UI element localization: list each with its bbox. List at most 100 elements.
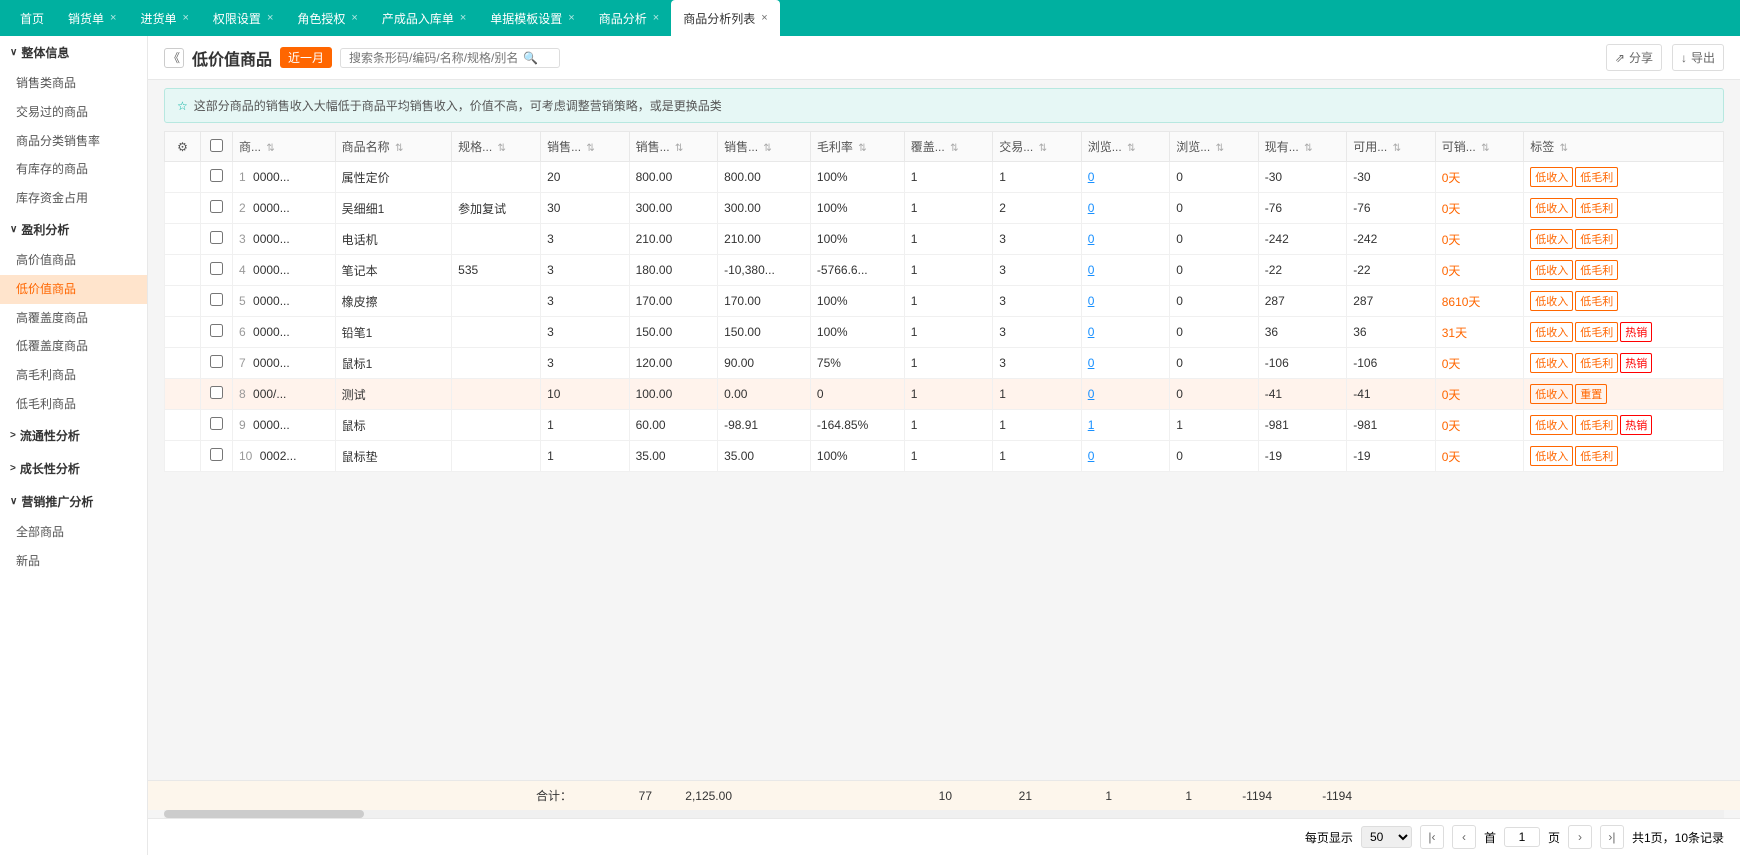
row-sale-qty: 10 bbox=[541, 379, 630, 410]
sidebar-item-new-goods[interactable]: 新品 bbox=[0, 547, 147, 576]
sidebar-item-high-value[interactable]: 高价值商品 bbox=[0, 246, 147, 275]
close-icon[interactable]: × bbox=[267, 12, 273, 24]
row-checkbox[interactable] bbox=[210, 200, 223, 213]
sidebar-item-stock-goods[interactable]: 有库存的商品 bbox=[0, 155, 147, 184]
row-sellable: 8610天 bbox=[1435, 286, 1524, 317]
browse-link[interactable]: 0 bbox=[1088, 170, 1095, 184]
row-current-stock: -106 bbox=[1258, 348, 1347, 379]
close-icon[interactable]: × bbox=[110, 12, 116, 24]
row-checkbox[interactable] bbox=[210, 386, 223, 399]
row-name: 属性定价 bbox=[335, 162, 452, 193]
prev-page-button[interactable]: ‹ bbox=[1452, 825, 1476, 849]
row-sellable: 0天 bbox=[1435, 348, 1524, 379]
sidebar-item-low-value[interactable]: 低价值商品 bbox=[0, 275, 147, 304]
footer-sale-qty: 77 bbox=[584, 789, 664, 803]
browse-link[interactable]: 0 bbox=[1088, 294, 1095, 308]
sellable-days: 0天 bbox=[1442, 171, 1461, 185]
sort-icon: ⇅ bbox=[950, 143, 958, 154]
row-browse2: 0 bbox=[1170, 193, 1259, 224]
sellable-days: 0天 bbox=[1442, 388, 1461, 402]
horizontal-scrollbar[interactable] bbox=[164, 810, 1724, 818]
row-checkbox[interactable] bbox=[210, 324, 223, 337]
browse-link[interactable]: 0 bbox=[1088, 387, 1095, 401]
browse-link[interactable]: 0 bbox=[1088, 263, 1095, 277]
row-checkbox[interactable] bbox=[210, 293, 223, 306]
nav-permission[interactable]: 权限设置 × bbox=[201, 0, 285, 36]
sellable-days: 31天 bbox=[1442, 326, 1467, 340]
close-icon[interactable]: × bbox=[182, 12, 188, 24]
browse-link[interactable]: 0 bbox=[1088, 325, 1095, 339]
sellable-days: 0天 bbox=[1442, 233, 1461, 247]
search-icon[interactable]: 🔍 bbox=[523, 51, 538, 65]
row-sale-price: 300.00 bbox=[629, 193, 718, 224]
scrollbar-thumb[interactable] bbox=[164, 810, 364, 818]
export-button[interactable]: ↓ 导出 bbox=[1672, 44, 1724, 71]
share-button[interactable]: ⇗ 分享 bbox=[1606, 44, 1662, 71]
search-input[interactable] bbox=[349, 51, 519, 65]
sidebar-item-low-coverage[interactable]: 低覆盖度商品 bbox=[0, 332, 147, 361]
next-page-button[interactable]: › bbox=[1568, 825, 1592, 849]
nav-role-auth[interactable]: 角色授权 × bbox=[285, 0, 369, 36]
row-no-code: 3 0000... bbox=[233, 224, 336, 255]
nav-product-analysis[interactable]: 商品分析 × bbox=[587, 0, 671, 36]
row-checkbox[interactable] bbox=[210, 262, 223, 275]
row-tags: 低收入低毛利 bbox=[1524, 193, 1724, 224]
row-available-stock: -76 bbox=[1347, 193, 1436, 224]
row-current-stock: -22 bbox=[1258, 255, 1347, 286]
col-gear[interactable]: ⚙ bbox=[165, 132, 201, 162]
per-page-select[interactable]: 50 100 bbox=[1361, 826, 1412, 848]
sidebar-section-marketing[interactable]: ∨ 营销推广分析 bbox=[0, 485, 147, 518]
table-row: 9 0000... 鼠标 1 60.00 -98.91 -164.85% 1 1… bbox=[165, 410, 1724, 441]
sidebar-collapse-button[interactable]: 《 bbox=[164, 48, 184, 68]
first-page-button[interactable]: |‹ bbox=[1420, 825, 1444, 849]
sidebar-section-overall[interactable]: ∨ 整体信息 bbox=[0, 36, 147, 69]
sidebar-item-category-sales-rate[interactable]: 商品分类销售率 bbox=[0, 127, 147, 156]
sidebar-item-traded-goods[interactable]: 交易过的商品 bbox=[0, 98, 147, 127]
row-checkbox[interactable] bbox=[210, 231, 223, 244]
row-code: 0000... bbox=[253, 201, 290, 215]
sidebar-item-sales-goods[interactable]: 销售类商品 bbox=[0, 69, 147, 98]
table-row: 10 0002... 鼠标垫 1 35.00 35.00 100% 1 1 0 … bbox=[165, 441, 1724, 472]
close-icon[interactable]: × bbox=[351, 12, 357, 24]
row-number: 4 bbox=[239, 263, 246, 277]
nav-template-settings[interactable]: 单据模板设置 × bbox=[478, 0, 586, 36]
tag-label: 低收入 bbox=[1530, 198, 1573, 218]
nav-sales-order[interactable]: 销货单 × bbox=[56, 0, 128, 36]
row-checkbox[interactable] bbox=[210, 448, 223, 461]
row-checkbox[interactable] bbox=[210, 355, 223, 368]
sidebar-item-capital-occupation[interactable]: 库存资金占用 bbox=[0, 184, 147, 213]
row-browse1: 0 bbox=[1081, 162, 1170, 193]
browse-link[interactable]: 0 bbox=[1088, 232, 1095, 246]
sidebar-section-growth[interactable]: > 成长性分析 bbox=[0, 452, 147, 485]
sidebar-item-all-goods[interactable]: 全部商品 bbox=[0, 518, 147, 547]
sidebar-section-liquidity[interactable]: > 流通性分析 bbox=[0, 419, 147, 452]
close-icon[interactable]: × bbox=[460, 12, 466, 24]
table-row: 5 0000... 橡皮擦 3 170.00 170.00 100% 1 3 0… bbox=[165, 286, 1724, 317]
last-page-button[interactable]: ›| bbox=[1600, 825, 1624, 849]
nav-product-analysis-list[interactable]: 商品分析列表 × bbox=[671, 0, 779, 36]
date-range-button[interactable]: 近一月 bbox=[280, 47, 332, 68]
row-checkbox[interactable] bbox=[210, 169, 223, 182]
row-gross-margin: 100% bbox=[810, 317, 904, 348]
sidebar-item-low-margin[interactable]: 低毛利商品 bbox=[0, 390, 147, 419]
row-spec bbox=[452, 410, 541, 441]
chevron-down-icon: ∨ bbox=[10, 496, 17, 507]
sidebar-section-profit[interactable]: ∨ 盈利分析 bbox=[0, 213, 147, 246]
nav-purchase-order[interactable]: 进货单 × bbox=[128, 0, 200, 36]
row-name: 鼠标垫 bbox=[335, 441, 452, 472]
close-icon[interactable]: × bbox=[568, 12, 574, 24]
nav-product-stock[interactable]: 产成品入库单 × bbox=[370, 0, 478, 36]
sidebar-item-high-coverage[interactable]: 高覆盖度商品 bbox=[0, 304, 147, 333]
page-number-input[interactable] bbox=[1504, 827, 1540, 847]
browse-link[interactable]: 1 bbox=[1088, 418, 1095, 432]
row-checkbox[interactable] bbox=[210, 417, 223, 430]
select-all-checkbox[interactable] bbox=[210, 139, 223, 152]
sidebar-item-high-margin[interactable]: 高毛利商品 bbox=[0, 361, 147, 390]
browse-link[interactable]: 0 bbox=[1088, 201, 1095, 215]
close-icon[interactable]: × bbox=[761, 12, 767, 24]
nav-home[interactable]: 首页 bbox=[8, 0, 56, 36]
export-icon: ↓ bbox=[1681, 51, 1687, 65]
browse-link[interactable]: 0 bbox=[1088, 356, 1095, 370]
browse-link[interactable]: 0 bbox=[1088, 449, 1095, 463]
close-icon[interactable]: × bbox=[653, 12, 659, 24]
